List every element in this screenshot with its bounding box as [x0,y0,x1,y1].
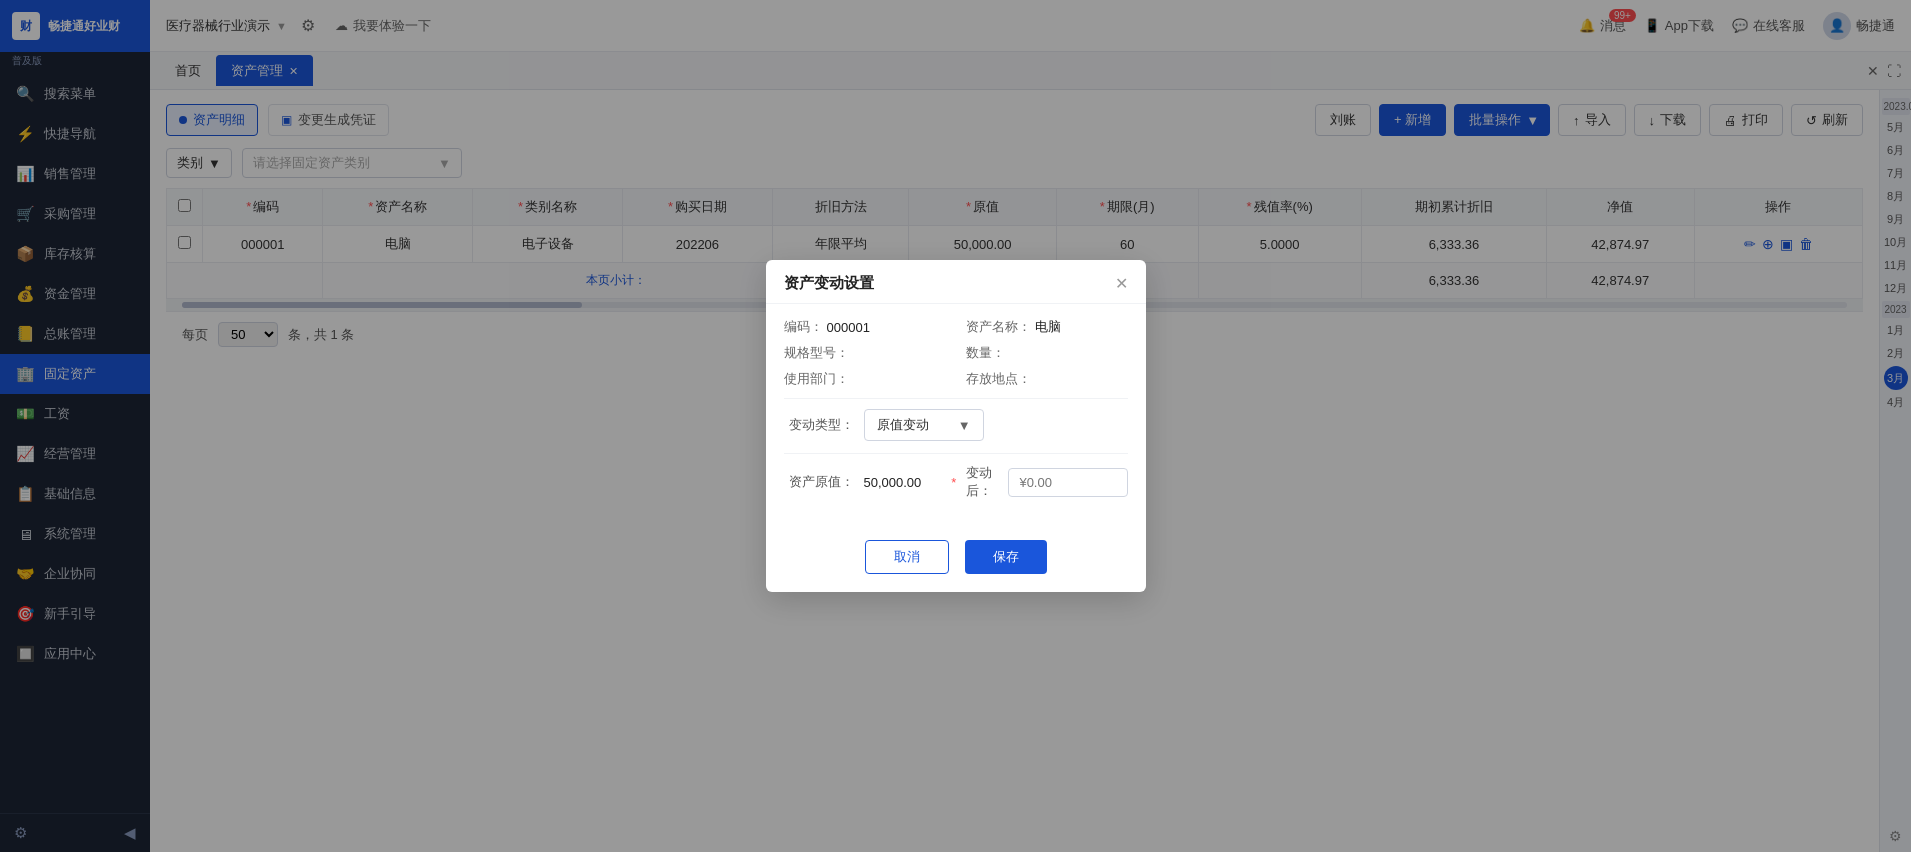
after-change-label: 变动后： [966,464,992,500]
save-button[interactable]: 保存 [965,540,1047,574]
modal-code-label: 编码： [784,318,823,336]
modal-quantity-item: 数量： [966,344,1128,362]
modal-title: 资产变动设置 [784,274,874,293]
after-change-input[interactable] [1008,468,1128,497]
modal-info-row-2: 规格型号： 数量： [784,344,1128,362]
change-type-chevron-icon: ▼ [958,418,971,433]
modal-name-value: 电脑 [1035,318,1061,336]
modal-name-item: 资产名称： 电脑 [966,318,1128,336]
modal-code-item: 编码： 000001 [784,318,946,336]
modal-original-value: 50,000.00 [864,475,922,490]
modal-close-icon[interactable]: ✕ [1115,274,1128,293]
asset-change-modal: 资产变动设置 ✕ 编码： 000001 资产名称： 电脑 规格型号： [766,260,1146,592]
modal-change-type-label: 变动类型： [784,416,854,434]
modal-header: 资产变动设置 ✕ [766,260,1146,304]
modal-footer: 取消 保存 [766,526,1146,592]
modal-info-row-1: 编码： 000001 资产名称： 电脑 [784,318,1128,336]
change-type-select[interactable]: 原值变动 ▼ [864,409,984,441]
modal-quantity-label: 数量： [966,344,1005,362]
modal-info-row-3: 使用部门： 存放地点： [784,370,1128,388]
modal-divider-2 [784,453,1128,454]
modal-body: 编码： 000001 资产名称： 电脑 规格型号： 数量： [766,304,1146,526]
modal-department-label: 使用部门： [784,370,849,388]
modal-overlay: 资产变动设置 ✕ 编码： 000001 资产名称： 电脑 规格型号： [0,0,1911,852]
modal-divider-1 [784,398,1128,399]
modal-department-item: 使用部门： [784,370,946,388]
modal-spec-label: 规格型号： [784,344,849,362]
modal-original-value-label: 资产原值： [784,473,854,491]
change-type-value: 原值变动 [877,416,929,434]
modal-location-label: 存放地点： [966,370,1031,388]
modal-code-value: 000001 [827,320,870,335]
modal-change-type-row: 变动类型： 原值变动 ▼ [784,409,1128,441]
modal-value-row: 资产原值： 50,000.00 * 变动后： [784,464,1128,500]
cancel-button[interactable]: 取消 [865,540,949,574]
modal-location-item: 存放地点： [966,370,1128,388]
modal-spec-item: 规格型号： [784,344,946,362]
required-star: * [951,475,956,490]
modal-name-label: 资产名称： [966,318,1031,336]
